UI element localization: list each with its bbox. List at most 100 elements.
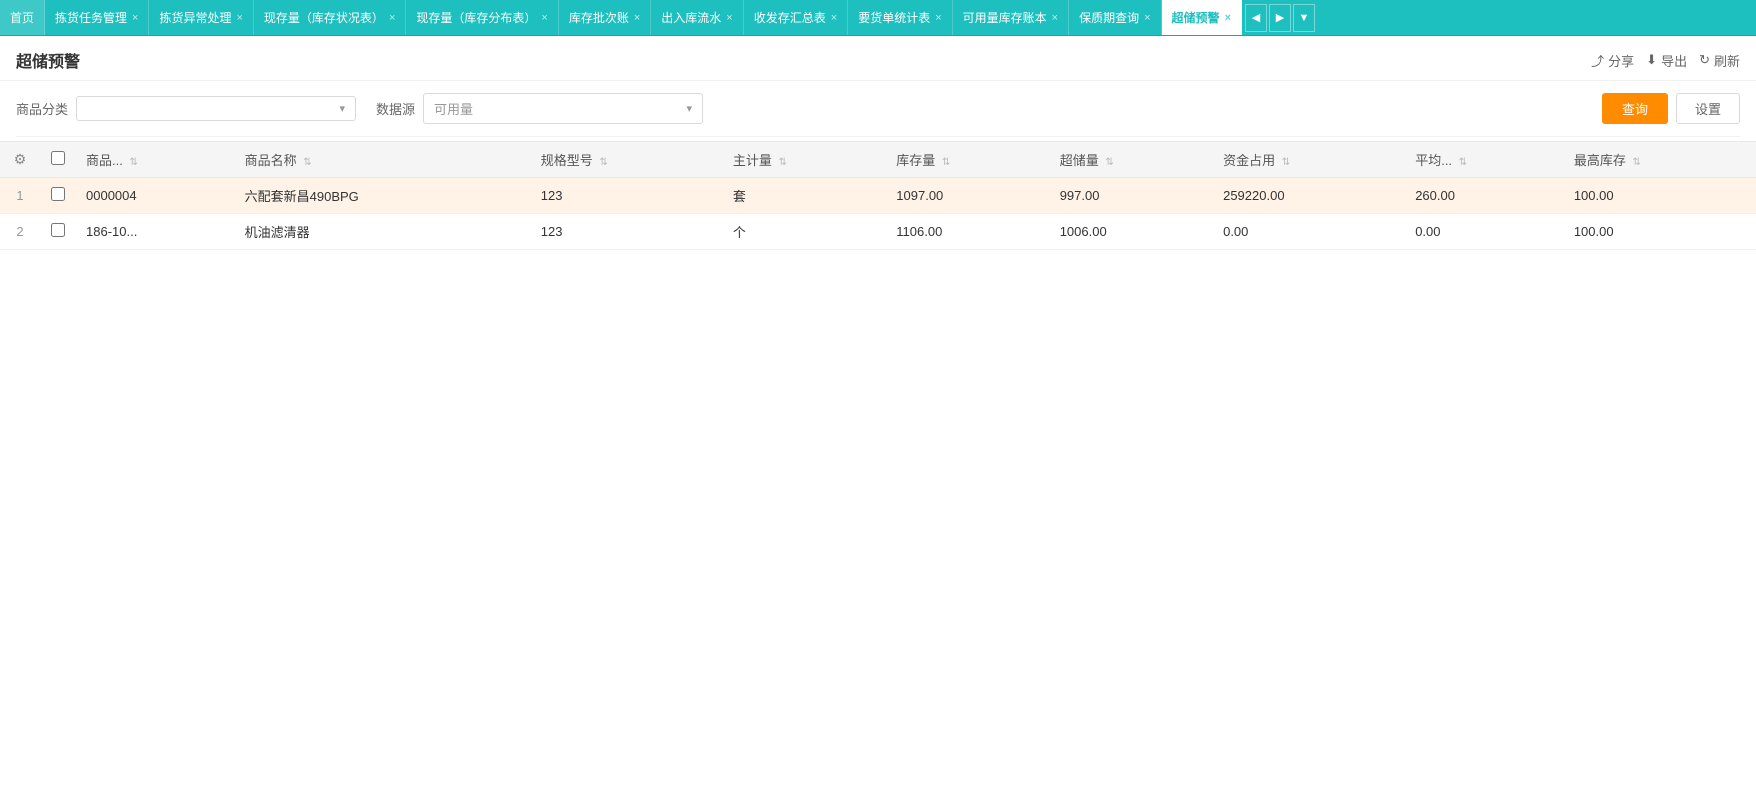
close-icon[interactable]: × [541,12,547,24]
row-avg: 0.00 [1405,214,1564,250]
nav-prev-arrow[interactable]: ◀ [1245,4,1267,32]
table-body: 1 0000004 六配套新昌490BPG 123 套 1097.00 997.… [0,178,1756,250]
share-icon: ⤴ [1591,51,1604,70]
nav-item-available-ledger[interactable]: 可用量库存账本 × [953,0,1069,35]
nav-item-quality-check[interactable]: 保质期查询 × [1069,0,1161,35]
th-capital[interactable]: 资金占用 ⇅ [1213,142,1405,178]
nav-item-inventory-status[interactable]: 现存量（库存状况表） × [254,0,406,35]
close-icon[interactable]: × [726,12,732,24]
row-capital: 259220.00 [1213,178,1405,214]
nav-item-exception-handle[interactable]: 拣货异常处理 × [149,0,253,35]
select-all-checkbox[interactable] [51,151,65,165]
category-select[interactable]: ▾ [76,96,356,121]
row-stock: 1097.00 [886,178,1049,214]
export-button[interactable]: ⬇ 导出 [1646,51,1687,70]
close-icon[interactable]: × [831,12,837,24]
row-unit: 个 [723,214,886,250]
nav-item-receive-send[interactable]: 收发存汇总表 × [744,0,848,35]
close-icon[interactable]: × [132,12,138,24]
row-max-stock: 100.00 [1564,178,1756,214]
row-spec: 123 [531,178,723,214]
filter-divider [16,136,1740,137]
row-checkbox[interactable] [51,223,65,237]
datasource-label: 数据源 [376,99,415,118]
th-product-code[interactable]: 商品... ⇅ [76,142,235,178]
close-icon[interactable]: × [389,12,395,24]
filter-actions: 查询 设置 [1602,93,1740,124]
datasource-filter-group: 数据源 可用量 ▾ [376,93,703,124]
row-stock: 1106.00 [886,214,1049,250]
close-icon[interactable]: × [1225,12,1231,24]
th-max-stock[interactable]: 最高库存 ⇅ [1564,142,1756,178]
row-max-stock: 100.00 [1564,214,1756,250]
row-check[interactable] [40,214,76,250]
th-check [40,142,76,178]
export-icon: ⬇ [1646,52,1657,68]
top-nav: 首页 拣货任务管理 × 拣货异常处理 × 现存量（库存状况表） × 现存量（库存… [0,0,1756,36]
row-capital: 0.00 [1213,214,1405,250]
nav-item-home[interactable]: 首页 [0,0,45,35]
page-title: 超储预警 [16,48,80,72]
row-num: 2 [0,214,40,250]
th-product-name[interactable]: 商品名称 ⇅ [235,142,531,178]
row-check[interactable] [40,178,76,214]
table-row: 2 186-10... 机油滤清器 123 个 1106.00 1006.00 … [0,214,1756,250]
row-avg: 260.00 [1405,178,1564,214]
sort-icon: ⇅ [779,157,787,168]
category-label: 商品分类 [16,99,68,118]
datasource-value: 可用量 [434,99,473,118]
th-avg[interactable]: 平均... ⇅ [1405,142,1564,178]
th-unit[interactable]: 主计量 ⇅ [723,142,886,178]
chevron-down-icon: ▾ [687,102,693,115]
nav-item-inout-flow[interactable]: 出入库流水 × [651,0,743,35]
row-product-name: 六配套新昌490BPG [235,178,531,214]
nav-item-inventory-batch[interactable]: 库存批次账 × [559,0,651,35]
sort-icon: ⇅ [1632,157,1640,168]
table-header-row: ⚙ 商品... ⇅ 商品名称 ⇅ 规格型号 ⇅ [0,142,1756,178]
row-overstock: 1006.00 [1050,214,1213,250]
row-spec: 123 [531,214,723,250]
settings-button[interactable]: 设置 [1676,93,1740,124]
row-overstock: 997.00 [1050,178,1213,214]
nav-item-order-stats[interactable]: 要货单统计表 × [848,0,952,35]
row-product-code: 186-10... [76,214,235,250]
close-icon[interactable]: × [634,12,640,24]
refresh-button[interactable]: ↻ 刷新 [1699,51,1740,70]
header-actions: ⤴ 分享 ⬇ 导出 ↻ 刷新 [1591,51,1740,70]
nav-next-arrow[interactable]: ▶ [1269,4,1291,32]
table-container: ⚙ 商品... ⇅ 商品名称 ⇅ 规格型号 ⇅ [0,141,1756,266]
row-product-code: 0000004 [76,178,235,214]
nav-item-overstock-alert[interactable]: 超储预警 × [1162,0,1242,35]
page-header: 超储预警 ⤴ 分享 ⬇ 导出 ↻ 刷新 [0,36,1756,81]
filter-area: 商品分类 ▾ 数据源 可用量 ▾ 查询 设置 [0,81,1756,136]
chevron-down-icon: ▾ [339,102,345,115]
nav-more-arrow[interactable]: ▼ [1293,4,1315,32]
data-table: ⚙ 商品... ⇅ 商品名称 ⇅ 规格型号 ⇅ [0,141,1756,250]
datasource-select[interactable]: 可用量 ▾ [423,93,703,124]
gear-icon[interactable]: ⚙ [14,151,27,167]
query-button[interactable]: 查询 [1602,93,1668,124]
close-icon[interactable]: × [1144,12,1150,24]
table-row: 1 0000004 六配套新昌490BPG 123 套 1097.00 997.… [0,178,1756,214]
sort-icon: ⇅ [1459,157,1467,168]
th-gear[interactable]: ⚙ [0,142,40,178]
share-button[interactable]: ⤴ 分享 [1591,51,1634,70]
th-stock[interactable]: 库存量 ⇅ [886,142,1049,178]
close-icon[interactable]: × [236,12,242,24]
nav-item-inventory-dist[interactable]: 现存量（库存分布表） × [406,0,558,35]
close-icon[interactable]: × [1052,12,1058,24]
refresh-icon: ↻ [1699,52,1710,68]
nav-item-task-mgmt[interactable]: 拣货任务管理 × [45,0,149,35]
sort-icon: ⇅ [1282,157,1290,168]
nav-arrows: ◀ ▶ ▼ [1242,4,1318,32]
th-overstock[interactable]: 超储量 ⇅ [1050,142,1213,178]
row-num: 1 [0,178,40,214]
page-content: 超储预警 ⤴ 分享 ⬇ 导出 ↻ 刷新 商品分类 ▾ 数据源 [0,36,1756,800]
th-spec[interactable]: 规格型号 ⇅ [531,142,723,178]
row-unit: 套 [723,178,886,214]
sort-icon: ⇅ [303,157,311,168]
row-product-name: 机油滤清器 [235,214,531,250]
sort-icon: ⇅ [1105,157,1113,168]
close-icon[interactable]: × [935,12,941,24]
row-checkbox[interactable] [51,187,65,201]
